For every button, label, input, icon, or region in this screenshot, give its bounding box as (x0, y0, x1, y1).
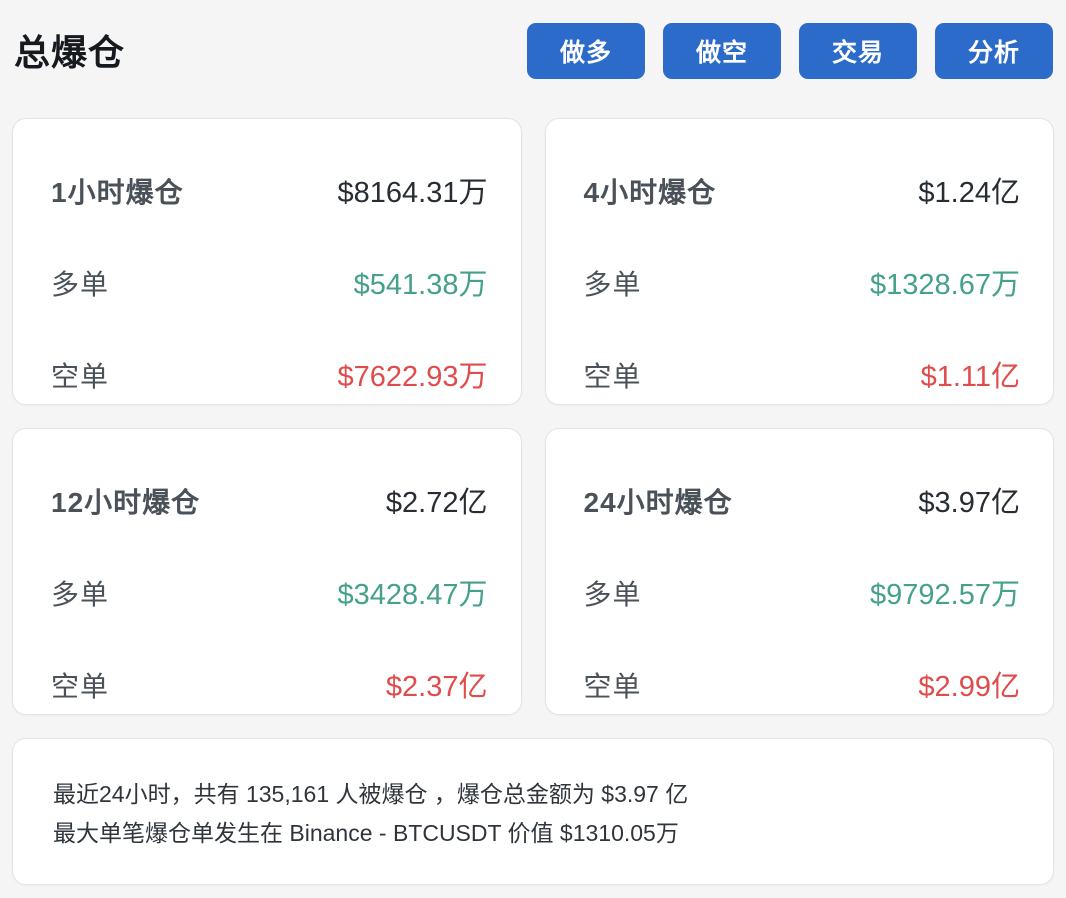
liquidation-card-1h: 1小时爆仓 $8164.31万 多单 $541.38万 空单 $7622.93万 (12, 118, 522, 405)
card-long-row: 多单 $3428.47万 (51, 571, 488, 613)
toolbar: 做多 做空 交易 分析 (527, 23, 1053, 79)
card-period-label: 12小时爆仓 (51, 481, 200, 521)
long-button[interactable]: 做多 (527, 23, 645, 79)
card-short-row: 空单 $2.99亿 (584, 663, 1021, 705)
card-total-value: $2.72亿 (386, 479, 488, 521)
long-label: 多单 (584, 573, 642, 613)
card-period-label: 24小时爆仓 (584, 481, 733, 521)
short-value: $7622.93万 (338, 353, 488, 395)
card-total-row: 1小时爆仓 $8164.31万 (51, 169, 488, 211)
short-label: 空单 (584, 665, 642, 705)
short-label: 空单 (51, 665, 109, 705)
short-value: $1.11亿 (921, 353, 1020, 395)
analyze-button[interactable]: 分析 (935, 23, 1053, 79)
long-value: $1328.67万 (870, 261, 1020, 303)
liquidation-card-12h: 12小时爆仓 $2.72亿 多单 $3428.47万 空单 $2.37亿 (12, 428, 522, 715)
card-total-row: 24小时爆仓 $3.97亿 (584, 479, 1021, 521)
card-long-row: 多单 $1328.67万 (584, 261, 1021, 303)
card-period-label: 4小时爆仓 (584, 171, 717, 211)
summary-line-1: 最近24小时，共有 135,161 人被爆仓 ，爆仓总金额为 $3.97 亿 (53, 775, 1025, 814)
card-long-row: 多单 $9792.57万 (584, 571, 1021, 613)
card-period-label: 1小时爆仓 (51, 171, 184, 211)
summary-line-2: 最大单笔爆仓单发生在 Binance - BTCUSDT 价值 $1310.05… (53, 814, 1025, 853)
liquidation-cards-grid: 1小时爆仓 $8164.31万 多单 $541.38万 空单 $7622.93万… (0, 118, 1066, 715)
long-label: 多单 (51, 263, 109, 303)
card-total-value: $8164.31万 (338, 169, 488, 211)
trade-button[interactable]: 交易 (799, 23, 917, 79)
long-label: 多单 (584, 263, 642, 303)
card-total-value: $1.24亿 (918, 169, 1020, 211)
liquidation-card-24h: 24小时爆仓 $3.97亿 多单 $9792.57万 空单 $2.99亿 (545, 428, 1055, 715)
card-total-row: 4小时爆仓 $1.24亿 (584, 169, 1021, 211)
short-value: $2.99亿 (918, 663, 1020, 705)
card-short-row: 空单 $2.37亿 (51, 663, 488, 705)
short-label: 空单 (51, 355, 109, 395)
liquidation-card-4h: 4小时爆仓 $1.24亿 多单 $1328.67万 空单 $1.11亿 (545, 118, 1055, 405)
header: 总爆仓 做多 做空 交易 分析 (0, 0, 1066, 118)
card-total-value: $3.97亿 (918, 479, 1020, 521)
card-short-row: 空单 $7622.93万 (51, 353, 488, 395)
long-value: $9792.57万 (870, 571, 1020, 613)
short-button[interactable]: 做空 (663, 23, 781, 79)
long-label: 多单 (51, 573, 109, 613)
card-total-row: 12小时爆仓 $2.72亿 (51, 479, 488, 521)
short-value: $2.37亿 (386, 663, 488, 705)
card-short-row: 空单 $1.11亿 (584, 353, 1021, 395)
long-value: $3428.47万 (338, 571, 488, 613)
summary-card: 最近24小时，共有 135,161 人被爆仓 ，爆仓总金额为 $3.97 亿 最… (12, 738, 1054, 885)
long-value: $541.38万 (354, 261, 488, 303)
short-label: 空单 (584, 355, 642, 395)
page-title: 总爆仓 (14, 24, 125, 76)
card-long-row: 多单 $541.38万 (51, 261, 488, 303)
